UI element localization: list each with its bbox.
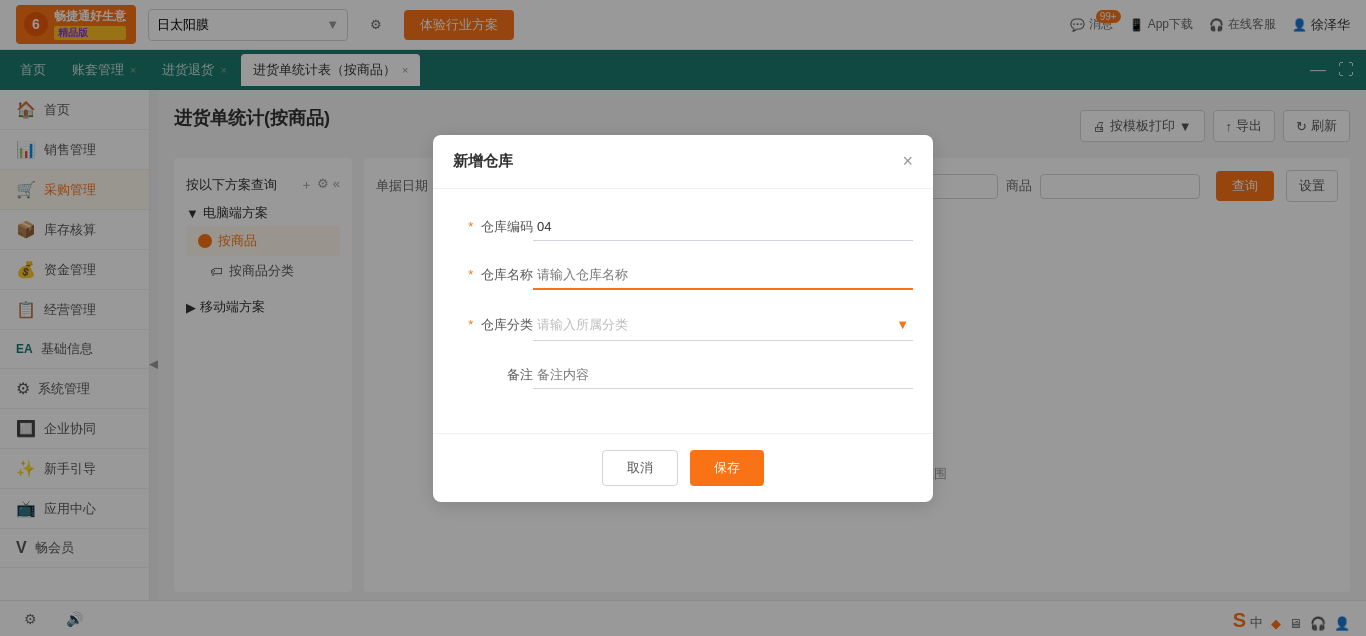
warehouse-name-input[interactable] bbox=[533, 261, 913, 290]
code-label-text: 仓库编码 bbox=[481, 219, 533, 234]
form-row-name: * 仓库名称 bbox=[453, 261, 913, 290]
form-row-note: 备注 bbox=[453, 361, 913, 389]
category-placeholder: 请输入所属分类 bbox=[537, 316, 628, 334]
modal-body: * 仓库编码 * 仓库名称 * 仓库分类 请输入所属 bbox=[433, 189, 933, 433]
modal-title: 新增仓库 bbox=[453, 152, 513, 171]
form-row-code: * 仓库编码 bbox=[453, 213, 913, 241]
warehouse-code-input[interactable] bbox=[533, 213, 913, 241]
form-row-category: * 仓库分类 请输入所属分类 ▼ bbox=[453, 310, 913, 341]
required-star-category: * bbox=[468, 317, 473, 332]
name-label-text: 仓库名称 bbox=[481, 267, 533, 282]
note-label: 备注 bbox=[453, 366, 533, 384]
new-warehouse-modal: 新增仓库 × * 仓库编码 * 仓库名称 bbox=[433, 135, 933, 502]
code-label: * 仓库编码 bbox=[453, 218, 533, 236]
warehouse-note-input[interactable] bbox=[533, 361, 913, 389]
modal-footer: 取消 保存 bbox=[433, 433, 933, 502]
note-label-text: 备注 bbox=[507, 367, 533, 382]
category-dropdown-icon: ▼ bbox=[896, 317, 909, 332]
required-star-name: * bbox=[468, 267, 473, 282]
modal-overlay[interactable]: 新增仓库 × * 仓库编码 * 仓库名称 bbox=[0, 0, 1366, 636]
modal-header: 新增仓库 × bbox=[433, 135, 933, 189]
category-label: * 仓库分类 bbox=[453, 316, 533, 334]
warehouse-category-select[interactable]: 请输入所属分类 ▼ bbox=[533, 310, 913, 341]
save-button[interactable]: 保存 bbox=[690, 450, 764, 486]
modal-close-icon[interactable]: × bbox=[902, 151, 913, 172]
name-label: * 仓库名称 bbox=[453, 266, 533, 284]
category-label-text: 仓库分类 bbox=[481, 317, 533, 332]
cancel-button[interactable]: 取消 bbox=[602, 450, 678, 486]
required-star-code: * bbox=[468, 219, 473, 234]
